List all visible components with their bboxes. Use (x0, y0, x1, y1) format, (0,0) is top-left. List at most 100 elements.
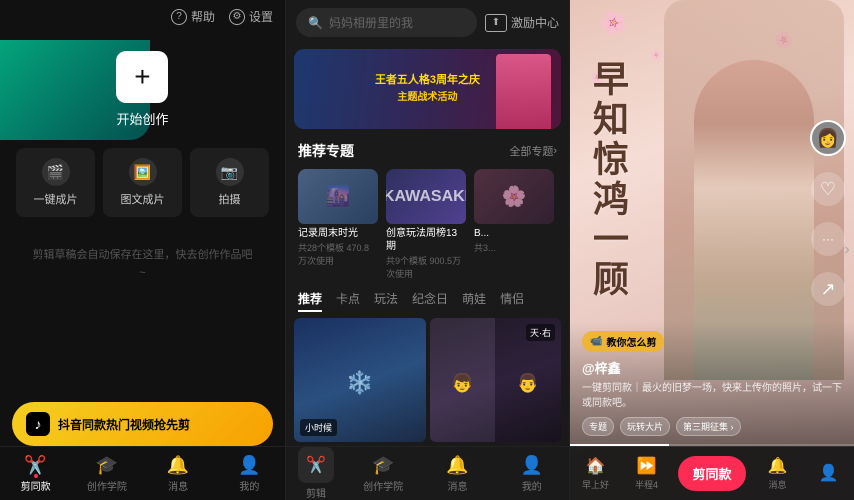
right-bell-icon: 🔔 (768, 456, 788, 476)
theme-card-1-title: 记录周末时光 (298, 227, 378, 240)
camera-icon: 📷 (216, 158, 244, 186)
theme-card-1-sub: 共28个模板 470.8万次使用 (298, 241, 378, 267)
settings-button[interactable]: ⚙ 设置 (229, 8, 273, 25)
upload-center-button[interactable]: ⬆ 激励中心 (485, 14, 559, 32)
quick-action-imgtext-label: 图文成片 (121, 191, 165, 207)
chinese-text: 早知惊鸿一顾 (590, 60, 626, 300)
left-nav-message[interactable]: 🔔 消息 (143, 455, 214, 493)
promo-text: 抖音同款热门视频抢先剪 (58, 416, 259, 433)
right-nav-message[interactable]: 🔔 消息 (752, 456, 803, 491)
right-bottom-nav: 🏠 早上好 ⏩ 半程4 剪同款 🔔 消息 👤 (570, 446, 854, 500)
upload-icon: ⬆ (485, 14, 507, 32)
teach-badge[interactable]: 📹 教你怎么剪 (582, 331, 664, 352)
draft-text: 剪辑草稿会自动保存在这里，快去创作作品吧~ (0, 227, 285, 302)
left-top-bar: ? 帮助 ⚙ 设置 (0, 0, 285, 33)
theme-card-3-title: B... (474, 227, 554, 240)
section-header-recommend: 推荐专题 全部专题 › (286, 133, 569, 165)
right-profile-icon: 👤 (819, 463, 839, 483)
settings-icon: ⚙ (229, 9, 245, 25)
theme-card-3[interactable]: 🌸 B... 共3... (474, 169, 554, 280)
left-nav-profile[interactable]: 👤 我的 (214, 455, 285, 493)
academy-icon: 🎓 (96, 455, 118, 476)
help-label: 帮助 (191, 8, 215, 25)
tag-2[interactable]: 玩转大片 (620, 417, 670, 436)
theme-cards: 🌆 记录周末时光 共28个模板 470.8万次使用 KAWASAKI 创意玩法周… (286, 165, 569, 284)
quick-action-camera-label: 拍摄 (219, 191, 241, 207)
imgtext-icon: 🖼️ (129, 158, 157, 186)
progress-icon: ⏩ (637, 456, 657, 476)
mid-content-grid: ❄️ 小时候 👦 👨 天·右 (286, 314, 569, 446)
quick-action-video[interactable]: 🎬 一键成片 (16, 148, 95, 217)
left-nav-academy[interactable]: 🎓 创作学院 (71, 455, 142, 493)
create-label: 开始创作 (116, 109, 168, 128)
video-icon: 🎬 (42, 158, 70, 186)
mid-search-bar: 🔍 妈妈相册里的我 ⬆ 激励中心 (286, 0, 569, 45)
theme-card-1[interactable]: 🌆 记录周末时光 共28个模板 470.8万次使用 (298, 169, 378, 280)
panel-chevron-right[interactable]: › (838, 0, 854, 500)
home-icon: 🏠 (586, 456, 606, 476)
help-button[interactable]: ? 帮助 (171, 8, 215, 25)
search-icon: 🔍 (308, 16, 323, 30)
tab-recommend[interactable]: 推荐 (298, 290, 322, 312)
banner-character (496, 54, 551, 129)
mid-bell-icon: 🔔 (446, 455, 468, 476)
quick-action-imgtext[interactable]: 🖼️ 图文成片 (103, 148, 182, 217)
theme-card-2-sub: 共9个模板 900.5万次使用 (386, 254, 466, 280)
tab-couple[interactable]: 情侣 (500, 290, 524, 312)
user-name[interactable]: @梓鑫 (582, 358, 842, 377)
tiktok-icon: ♪ (26, 412, 50, 436)
help-icon: ? (171, 9, 187, 25)
left-nav-jiantongkuan[interactable]: ✂️ 剪同款 (0, 455, 71, 493)
teach-text: 教你怎么剪 (606, 334, 656, 349)
quick-action-camera[interactable]: 📷 拍摄 (190, 148, 269, 217)
upload-label: 激励中心 (511, 14, 559, 31)
left-bottom-nav: ✂️ 剪同款 🎓 创作学院 🔔 消息 👤 我的 (0, 446, 285, 500)
edit-icon: ✂️ (298, 447, 334, 483)
banner-text: 王者五人格3周年之庆 主题战术活动 (375, 73, 480, 104)
mid-nav-academy[interactable]: 🎓 创作学院 (346, 455, 420, 493)
chevron-right-icon: › (553, 145, 557, 157)
profile-icon: 👤 (238, 455, 260, 476)
video-tags: 专题 玩转大片 第三期征集 › (582, 417, 842, 436)
right-nav-progress[interactable]: ⏩ 半程4 (621, 456, 672, 491)
theme-card-3-sub: 共3... (474, 241, 554, 254)
right-panel: 🌸 🌸 🌸 🌸 早知惊鸿一顾 👩 ♡ ··· ↗ 📹 教你怎么剪 @梓鑫 (570, 0, 854, 500)
right-bottom-overlay: 📹 教你怎么剪 @梓鑫 一键剪同款｜最火的旧梦一场，快来上传你的照片，试一下或同… (570, 321, 854, 446)
section-more-button[interactable]: 全部专题 › (509, 143, 557, 159)
teach-icon: 📹 (590, 336, 602, 347)
right-nav-home[interactable]: 🏠 早上好 (570, 456, 621, 491)
content-card-1-badge: 小时候 (300, 419, 337, 436)
middle-panel: 🔍 妈妈相册里的我 ⬆ 激励中心 王者五人格3周年之庆 主题战术活动 推荐专题 … (285, 0, 570, 500)
tab-beat[interactable]: 卡点 (336, 290, 360, 312)
quick-action-video-label: 一键成片 (34, 191, 78, 207)
mid-nav-message[interactable]: 🔔 消息 (420, 455, 494, 493)
create-button[interactable]: + 开始创作 (116, 51, 168, 128)
search-placeholder: 妈妈相册里的我 (329, 14, 413, 31)
create-btn-area: + 开始创作 (0, 33, 285, 138)
mid-tabs: 推荐 卡点 玩法 纪念日 萌娃 情侣 (286, 284, 569, 314)
mid-academy-icon: 🎓 (372, 455, 394, 476)
plus-icon: + (116, 51, 168, 103)
mid-nav-profile[interactable]: 👤 我的 (495, 455, 569, 493)
content-card-1[interactable]: ❄️ 小时候 (294, 318, 426, 442)
scissors-icon: ✂️ (24, 455, 46, 476)
content-card-2[interactable]: 👦 👨 天·右 (430, 318, 562, 442)
hero-banner[interactable]: 王者五人格3周年之庆 主题战术活动 (294, 49, 561, 129)
bell-icon: 🔔 (167, 455, 189, 476)
mid-profile-icon: 👤 (521, 455, 543, 476)
tab-anniversary[interactable]: 纪念日 (412, 290, 448, 312)
mid-nav-edit[interactable]: ✂️ 剪辑 (286, 447, 346, 500)
cut-btn-label[interactable]: 剪同款 (678, 456, 745, 491)
tag-3[interactable]: 第三期征集 › (676, 417, 741, 436)
quick-actions: 🎬 一键成片 🖼️ 图文成片 📷 拍摄 (0, 138, 285, 227)
settings-label: 设置 (249, 8, 273, 25)
cut-same-btn[interactable]: 剪同款 (672, 456, 752, 491)
theme-card-2[interactable]: KAWASAKI 创意玩法周榜13期 共9个模板 900.5万次使用 (386, 169, 466, 280)
promo-banner[interactable]: ♪ 抖音同款热门视频抢先剪 (12, 402, 273, 446)
petal-decoration-4: 🌸 (650, 50, 662, 61)
search-input[interactable]: 🔍 妈妈相册里的我 (296, 8, 477, 37)
tab-gameplay[interactable]: 玩法 (374, 290, 398, 312)
video-description: 一键剪同款｜最火的旧梦一场，快来上传你的照片，试一下或同款吧。 (582, 381, 842, 411)
tab-cute[interactable]: 萌娃 (462, 290, 486, 312)
tag-1[interactable]: 专题 (582, 417, 614, 436)
